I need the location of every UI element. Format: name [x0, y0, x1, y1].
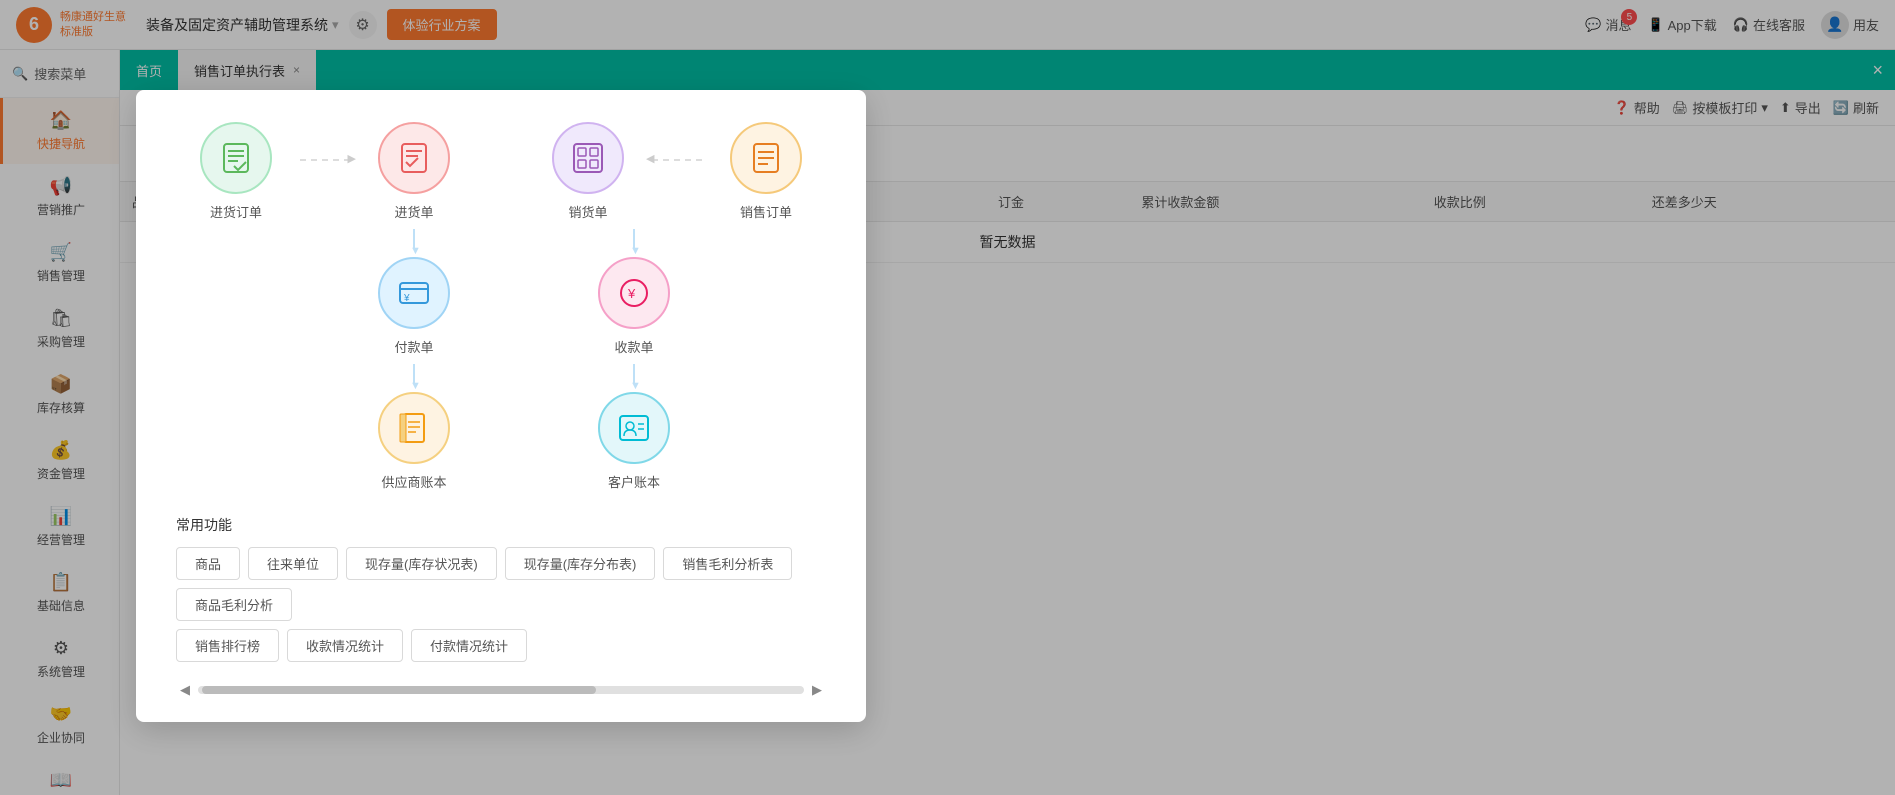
- quick-nav-dialog: 进货订单 ▶ 进货单: [136, 90, 866, 722]
- fn-btn-stock-dist[interactable]: 现存量(库存分布表): [505, 547, 656, 580]
- fn-btn-product-profit[interactable]: 商品毛利分析: [176, 588, 292, 621]
- node-purchase-bill[interactable]: 进货单: [354, 122, 474, 221]
- node-supplier-ledger[interactable]: 供应商账本: [354, 392, 474, 491]
- svg-text:¥: ¥: [403, 293, 410, 304]
- flow-vertical-connectors: ▼ ▼: [176, 229, 826, 249]
- customer-ledger-circle: [598, 392, 670, 464]
- purchase-bill-circle: [378, 122, 450, 194]
- common-functions-section: 常用功能 商品 往来单位 现存量(库存状况表) 现存量(库存分布表) 销售毛利分…: [176, 515, 826, 662]
- scrollbar-thumb[interactable]: [202, 686, 596, 694]
- node-customer-ledger[interactable]: 客户账本: [574, 392, 694, 491]
- receipt-v-connector: ▼: [574, 364, 694, 384]
- node-payment[interactable]: ¥ 付款单: [354, 257, 474, 356]
- fn-btn-partner[interactable]: 往来单位: [248, 547, 338, 580]
- fn-btn-sales-rank[interactable]: 销售排行榜: [176, 629, 279, 662]
- fn-btn-stock-status[interactable]: 现存量(库存状况表): [346, 547, 497, 580]
- node-receipt[interactable]: ¥ 收款单: [574, 257, 694, 356]
- sales-order-circle: [730, 122, 802, 194]
- flow-vertical-connectors-2: ▼ ▼: [176, 364, 826, 384]
- scroll-left-button[interactable]: ◀: [176, 682, 194, 698]
- function-buttons-row: 商品 往来单位 现存量(库存状况表) 现存量(库存分布表) 销售毛利分析表 商品…: [176, 547, 826, 621]
- purchase-order-circle: [200, 122, 272, 194]
- payment-circle: ¥: [378, 257, 450, 329]
- function-buttons-row-2: 销售排行榜 收款情况统计 付款情况统计: [176, 629, 826, 662]
- node-sales-order[interactable]: 销售订单: [706, 122, 826, 221]
- flow-top-row: 进货订单 ▶ 进货单: [176, 122, 826, 221]
- fn-btn-payment-stat[interactable]: 付款情况统计: [411, 629, 527, 662]
- dialog-overlay: 进货订单 ▶ 进货单: [0, 0, 1895, 795]
- common-functions-title: 常用功能: [176, 515, 826, 535]
- flow-diagram: 进货订单 ▶ 进货单: [176, 122, 826, 491]
- fn-btn-sales-profit[interactable]: 销售毛利分析表: [663, 547, 792, 580]
- flow-bottom-row: 供应商账本 客户账本: [176, 392, 826, 491]
- fn-btn-product[interactable]: 商品: [176, 547, 240, 580]
- sales-bill-v-connector: ▼: [574, 229, 694, 249]
- node-sales-bill[interactable]: 销货单: [528, 122, 648, 221]
- purchase-bill-v-connector: ▼: [354, 229, 474, 249]
- scroll-right-button[interactable]: ▶: [808, 682, 826, 698]
- fn-btn-receipt-stat[interactable]: 收款情况统计: [287, 629, 403, 662]
- scrollbar-track[interactable]: [198, 686, 804, 694]
- receipt-circle: ¥: [598, 257, 670, 329]
- payment-v-connector: ▼: [354, 364, 474, 384]
- arrow-sales-order-to-bill: ◀: [648, 159, 706, 185]
- arrow-purchase-to-bill: ▶: [296, 159, 354, 185]
- supplier-ledger-circle: [378, 392, 450, 464]
- dialog-scrollbar: ◀ ▶: [176, 682, 826, 698]
- flow-middle-row: ¥ 付款单 ¥ 收款单: [176, 257, 826, 356]
- node-purchase-order[interactable]: 进货订单: [176, 122, 296, 221]
- sales-bill-circle: [552, 122, 624, 194]
- svg-text:¥: ¥: [627, 286, 636, 301]
